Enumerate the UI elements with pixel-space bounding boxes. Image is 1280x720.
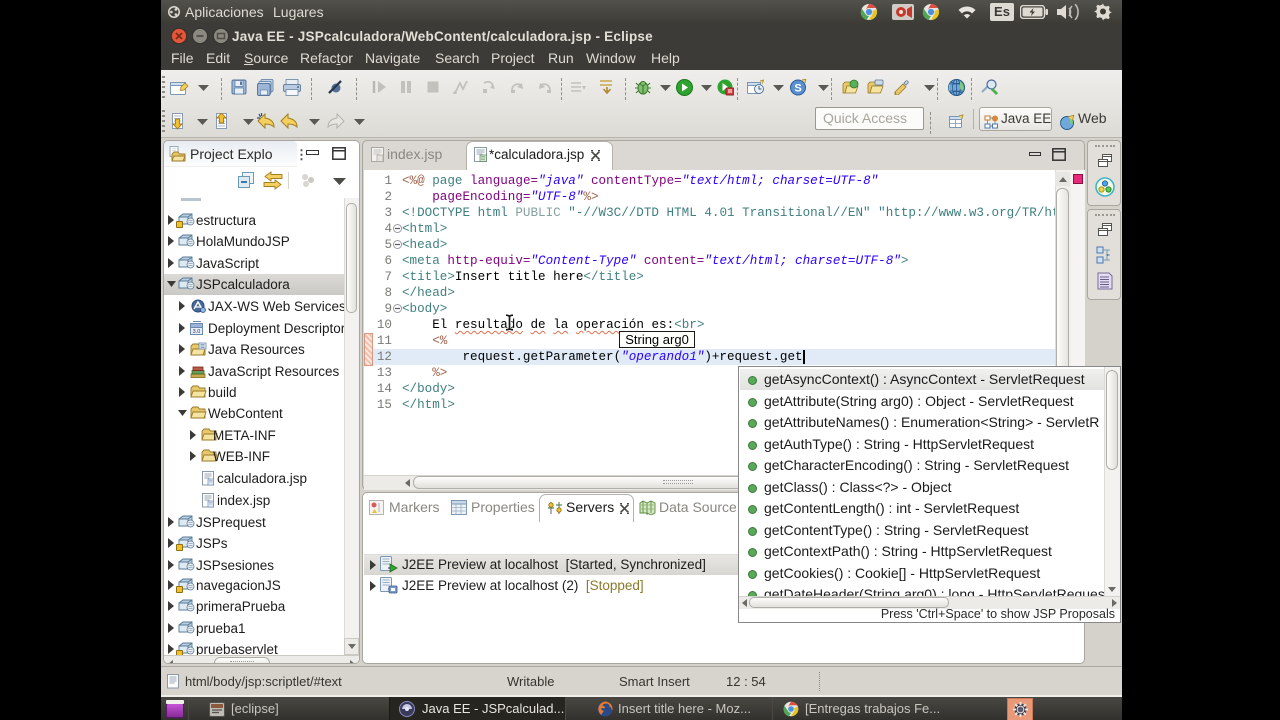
svg-text:3.0: 3.0 xyxy=(193,329,201,335)
svg-text:S: S xyxy=(794,83,801,95)
